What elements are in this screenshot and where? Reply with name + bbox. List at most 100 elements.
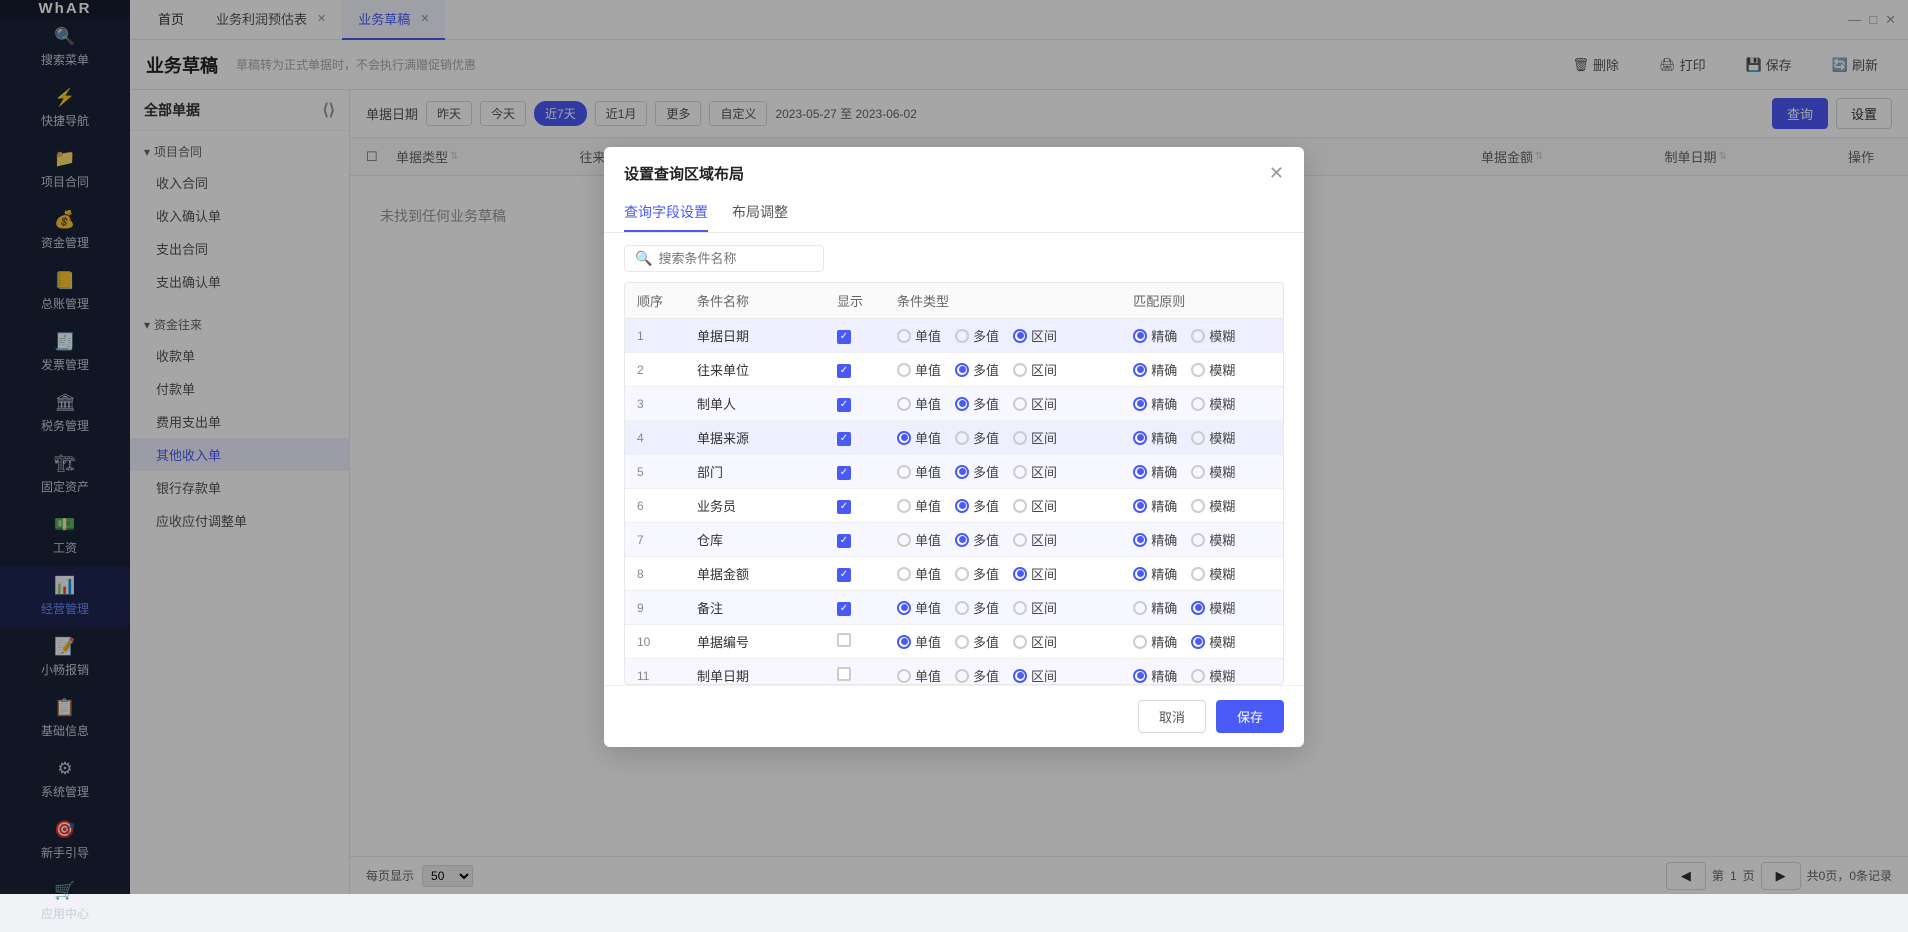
radio-circle bbox=[1191, 499, 1205, 513]
display-checkbox[interactable] bbox=[837, 432, 851, 446]
modal-search-box[interactable]: 🔍 bbox=[624, 245, 824, 272]
type-single-radio[interactable]: 单值 bbox=[897, 496, 941, 515]
type-multi-radio[interactable]: 多值 bbox=[955, 496, 999, 515]
match-radio-group: 精确 模糊 bbox=[1133, 598, 1271, 617]
radio-circle bbox=[1133, 329, 1147, 343]
match-exact-radio[interactable]: 精确 bbox=[1133, 666, 1177, 685]
row-display[interactable] bbox=[825, 489, 885, 523]
radio-circle bbox=[1133, 567, 1147, 581]
row-type: 单值 多值 区间 bbox=[885, 387, 1121, 421]
radio-circle bbox=[1133, 601, 1147, 615]
match-fuzzy-radio[interactable]: 模糊 bbox=[1191, 666, 1235, 685]
row-display[interactable] bbox=[825, 523, 885, 557]
match-exact-radio[interactable]: 精确 bbox=[1133, 632, 1177, 651]
match-exact-radio[interactable]: 精确 bbox=[1133, 326, 1177, 345]
type-multi-radio[interactable]: 多值 bbox=[955, 360, 999, 379]
match-exact-radio[interactable]: 精确 bbox=[1133, 598, 1177, 617]
match-exact-radio[interactable]: 精确 bbox=[1133, 462, 1177, 481]
display-checkbox[interactable] bbox=[837, 602, 851, 616]
type-range-radio[interactable]: 区间 bbox=[1013, 360, 1057, 379]
match-exact-radio[interactable]: 精确 bbox=[1133, 496, 1177, 515]
row-display[interactable] bbox=[825, 353, 885, 387]
type-single-radio[interactable]: 单值 bbox=[897, 564, 941, 583]
type-range-radio[interactable]: 区间 bbox=[1013, 394, 1057, 413]
match-fuzzy-radio[interactable]: 模糊 bbox=[1191, 326, 1235, 345]
type-range-radio[interactable]: 区间 bbox=[1013, 428, 1057, 447]
type-multi-radio[interactable]: 多值 bbox=[955, 666, 999, 685]
type-multi-radio[interactable]: 多值 bbox=[955, 564, 999, 583]
match-exact-radio[interactable]: 精确 bbox=[1133, 394, 1177, 413]
row-display[interactable] bbox=[825, 659, 885, 686]
display-checkbox[interactable] bbox=[837, 500, 851, 514]
row-display[interactable] bbox=[825, 455, 885, 489]
row-display[interactable] bbox=[825, 421, 885, 455]
type-single-radio[interactable]: 单值 bbox=[897, 530, 941, 549]
type-single-radio[interactable]: 单值 bbox=[897, 394, 941, 413]
type-range-radio[interactable]: 区间 bbox=[1013, 530, 1057, 549]
row-display[interactable] bbox=[825, 387, 885, 421]
type-single-radio[interactable]: 单值 bbox=[897, 598, 941, 617]
match-fuzzy-radio[interactable]: 模糊 bbox=[1191, 598, 1235, 617]
match-fuzzy-radio[interactable]: 模糊 bbox=[1191, 564, 1235, 583]
type-single-radio[interactable]: 单值 bbox=[897, 462, 941, 481]
match-fuzzy-radio[interactable]: 模糊 bbox=[1191, 428, 1235, 447]
match-fuzzy-radio[interactable]: 模糊 bbox=[1191, 394, 1235, 413]
row-match: 精确 模糊 bbox=[1121, 353, 1283, 387]
match-fuzzy-radio[interactable]: 模糊 bbox=[1191, 496, 1235, 515]
type-multi-radio[interactable]: 多值 bbox=[955, 598, 999, 617]
modal-header: 设置查询区域布局 ✕ bbox=[604, 147, 1304, 184]
modal-close-button[interactable]: ✕ bbox=[1269, 163, 1284, 184]
row-display[interactable] bbox=[825, 319, 885, 353]
modal-search-input[interactable] bbox=[658, 251, 808, 266]
match-fuzzy-radio[interactable]: 模糊 bbox=[1191, 462, 1235, 481]
type-single-radio[interactable]: 单值 bbox=[897, 666, 941, 685]
row-display[interactable] bbox=[825, 591, 885, 625]
display-checkbox[interactable] bbox=[837, 330, 851, 344]
type-multi-radio[interactable]: 多值 bbox=[955, 632, 999, 651]
radio-circle bbox=[955, 431, 969, 445]
type-range-radio[interactable]: 区间 bbox=[1013, 326, 1057, 345]
row-name: 单据金额 bbox=[685, 557, 825, 591]
modal-tab-layout[interactable]: 布局调整 bbox=[732, 194, 788, 232]
match-exact-radio[interactable]: 精确 bbox=[1133, 564, 1177, 583]
display-checkbox[interactable] bbox=[837, 534, 851, 548]
match-exact-radio[interactable]: 精确 bbox=[1133, 360, 1177, 379]
type-range-radio[interactable]: 区间 bbox=[1013, 598, 1057, 617]
match-fuzzy-radio[interactable]: 模糊 bbox=[1191, 530, 1235, 549]
type-multi-radio[interactable]: 多值 bbox=[955, 428, 999, 447]
type-multi-radio[interactable]: 多值 bbox=[955, 394, 999, 413]
type-single-radio[interactable]: 单值 bbox=[897, 632, 941, 651]
row-display[interactable] bbox=[825, 625, 885, 659]
match-fuzzy-radio[interactable]: 模糊 bbox=[1191, 360, 1235, 379]
type-single-radio[interactable]: 单值 bbox=[897, 428, 941, 447]
radio-circle bbox=[897, 363, 911, 377]
type-range-radio[interactable]: 区间 bbox=[1013, 462, 1057, 481]
match-exact-radio[interactable]: 精确 bbox=[1133, 428, 1177, 447]
type-multi-radio[interactable]: 多值 bbox=[955, 530, 999, 549]
display-checkbox[interactable] bbox=[837, 466, 851, 480]
modal-table: 顺序 条件名称 显示 条件类型 匹配原则 1 单据日期 单值 多值 区间 bbox=[624, 282, 1284, 685]
modal-tab-field-settings[interactable]: 查询字段设置 bbox=[624, 194, 708, 232]
th-modal-order: 顺序 bbox=[625, 283, 685, 319]
type-range-radio[interactable]: 区间 bbox=[1013, 666, 1057, 685]
display-checkbox[interactable] bbox=[837, 568, 851, 582]
display-checkbox[interactable] bbox=[837, 398, 851, 412]
type-multi-radio[interactable]: 多值 bbox=[955, 326, 999, 345]
type-range-radio[interactable]: 区间 bbox=[1013, 564, 1057, 583]
type-single-radio[interactable]: 单值 bbox=[897, 326, 941, 345]
type-multi-radio[interactable]: 多值 bbox=[955, 462, 999, 481]
match-exact-radio[interactable]: 精确 bbox=[1133, 530, 1177, 549]
display-checkbox[interactable] bbox=[837, 364, 851, 378]
type-range-radio[interactable]: 区间 bbox=[1013, 496, 1057, 515]
th-modal-match: 匹配原则 bbox=[1121, 283, 1283, 319]
modal-save-button[interactable]: 保存 bbox=[1216, 700, 1284, 733]
row-match: 精确 模糊 bbox=[1121, 591, 1283, 625]
radio-circle bbox=[897, 397, 911, 411]
type-single-radio[interactable]: 单值 bbox=[897, 360, 941, 379]
row-display[interactable] bbox=[825, 557, 885, 591]
display-checkbox[interactable] bbox=[837, 667, 851, 681]
cancel-button[interactable]: 取消 bbox=[1138, 700, 1206, 733]
type-range-radio[interactable]: 区间 bbox=[1013, 632, 1057, 651]
match-fuzzy-radio[interactable]: 模糊 bbox=[1191, 632, 1235, 651]
display-checkbox[interactable] bbox=[837, 633, 851, 647]
